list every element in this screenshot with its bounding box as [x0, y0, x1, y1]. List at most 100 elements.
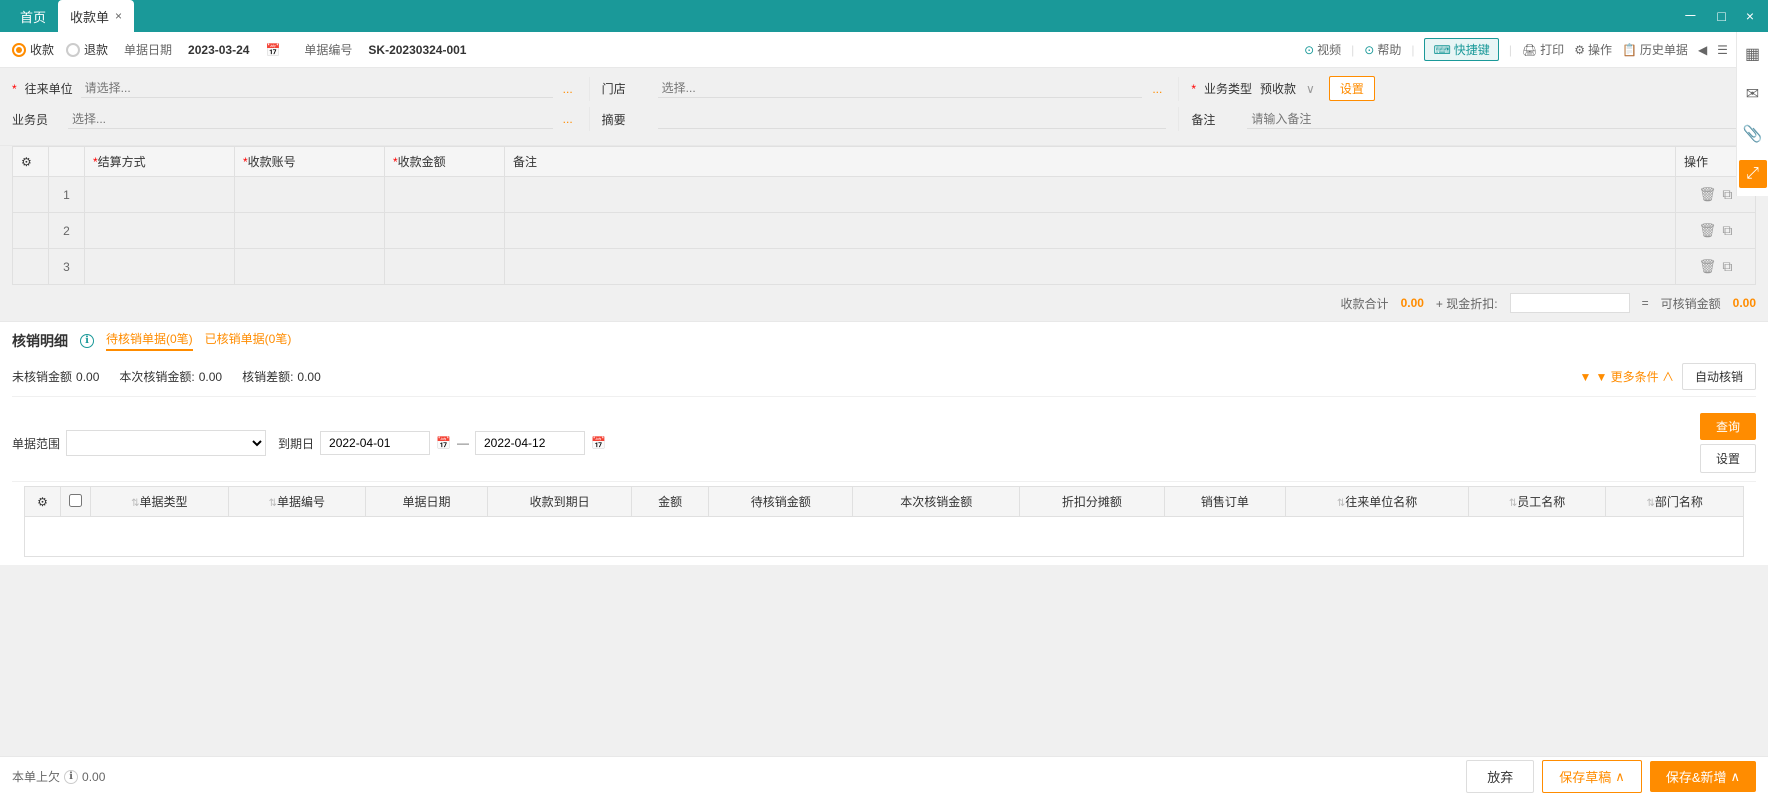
row3-delete-icon[interactable]: 🗑: [1699, 258, 1717, 275]
tab-receipt-close[interactable]: ×: [115, 9, 122, 23]
date-to-input[interactable]: [475, 431, 585, 455]
sidebar-mail-icon[interactable]: ✉: [1739, 80, 1767, 108]
row1-remark[interactable]: [505, 177, 1676, 213]
select-all-checkbox[interactable]: [69, 494, 82, 507]
date-from-calendar-icon[interactable]: 📅: [436, 436, 451, 450]
row1-settlement[interactable]: [85, 177, 235, 213]
date-from-input[interactable]: [320, 431, 430, 455]
bottom-table-header: ⚙ ⇅单据类型 ⇅单据编号 单据日期 收款到期日 金额 待核销金额 本次核销金额…: [25, 487, 1744, 517]
row1-copy-icon[interactable]: ⧉: [1722, 186, 1732, 203]
radio-tuikuan[interactable]: 退款: [66, 41, 108, 58]
row1-delete-icon[interactable]: 🗑: [1699, 186, 1717, 203]
radio-shoukuan[interactable]: 收款: [12, 41, 54, 58]
diff-value: 0.00: [297, 370, 320, 384]
save-new-arrow: ∧: [1730, 769, 1740, 785]
bth-amount: 金额: [632, 487, 709, 517]
set-button[interactable]: 设置: [1700, 444, 1756, 473]
summary-input[interactable]: [658, 110, 1167, 129]
auto-verify-button[interactable]: 自动核销: [1682, 363, 1756, 390]
th-settings[interactable]: ⚙: [13, 147, 49, 177]
staff-input[interactable]: [68, 110, 553, 129]
discount-input[interactable]: [1510, 293, 1630, 313]
verify-header: 核销明细 ℹ 待核销单据(0笔) 已核销单据(0笔): [12, 330, 1756, 351]
bth-settings[interactable]: ⚙: [25, 487, 61, 517]
sidebar-expand-icon[interactable]: ⤢: [1739, 160, 1767, 188]
history-action[interactable]: 📋 历史单据: [1622, 41, 1688, 58]
footer-label: 本单上欠: [12, 768, 60, 785]
operation-action[interactable]: ⚙ 操作: [1574, 41, 1612, 58]
window-controls: － □ ×: [1677, 6, 1760, 26]
verify-stats: 未核销金额 0.00 本次核销金额: 0.00 核销差额: 0.00 ▼ ▼ 更…: [12, 357, 1756, 397]
tab-home-label: 首页: [20, 7, 46, 26]
row1-amount[interactable]: [385, 177, 505, 213]
counterparty-more[interactable]: ...: [559, 82, 577, 96]
row2-account[interactable]: [235, 213, 385, 249]
footer-info-icon[interactable]: ℹ: [64, 770, 78, 784]
business-type-arrow[interactable]: ∨: [1306, 82, 1315, 96]
sidebar-table-icon[interactable]: ▦: [1739, 40, 1767, 68]
tab-bar: 首页 收款单 × － □ ×: [0, 0, 1768, 32]
row3-remark[interactable]: [505, 249, 1676, 285]
sort-icon[interactable]: ⇅: [1337, 498, 1345, 509]
bottom-table-container: ⚙ ⇅单据类型 ⇅单据编号 单据日期 收款到期日 金额 待核销金额 本次核销金额…: [12, 486, 1756, 557]
more-filter-button[interactable]: ▼ ▼ 更多条件 ∧: [1580, 368, 1674, 385]
verify-title: 核销明细: [12, 331, 68, 351]
video-action[interactable]: ⊙ 视频: [1304, 41, 1341, 58]
maximize-button[interactable]: □: [1711, 8, 1731, 24]
row2-remark[interactable]: [505, 213, 1676, 249]
th-remark: 备注: [505, 147, 1676, 177]
row2-delete-icon[interactable]: 🗑: [1699, 222, 1717, 239]
staff-more[interactable]: ...: [559, 112, 577, 126]
sort-icon[interactable]: ⇅: [269, 498, 277, 509]
row2-settlement[interactable]: [85, 213, 235, 249]
save-draft-button[interactable]: 保存草稿 ∧: [1542, 760, 1642, 793]
date-to-calendar-icon[interactable]: 📅: [591, 436, 606, 450]
row1-account[interactable]: [235, 177, 385, 213]
sort-icon[interactable]: ⇅: [1646, 498, 1654, 509]
prev-icon[interactable]: ◀: [1698, 43, 1707, 57]
verify-tab-pending[interactable]: 待核销单据(0笔): [106, 330, 193, 351]
help-action[interactable]: ⊙ 帮助: [1364, 41, 1401, 58]
store-label: 门店: [602, 80, 652, 97]
counterparty-input[interactable]: [81, 79, 553, 98]
row3-amount[interactable]: [385, 249, 505, 285]
print-icon: 🖨: [1522, 43, 1537, 57]
sidebar-clip-icon[interactable]: 📎: [1739, 120, 1767, 148]
row2-amount[interactable]: [385, 213, 505, 249]
keyboard-icon: ⌨: [1433, 43, 1450, 57]
row3-copy-icon[interactable]: ⧉: [1722, 258, 1732, 275]
tab-receipt[interactable]: 收款单 ×: [58, 0, 134, 32]
store-more[interactable]: ...: [1148, 82, 1166, 96]
right-sidebar: ▦ ✉ 📎 ⤢: [1736, 32, 1768, 196]
query-button[interactable]: 查询: [1700, 413, 1756, 440]
save-new-button[interactable]: 保存&新增 ∧: [1650, 761, 1756, 792]
abandon-button[interactable]: 放弃: [1466, 760, 1534, 793]
summary-field: 摘要: [602, 110, 1167, 129]
counterparty-required: *: [12, 82, 17, 96]
row2-copy-icon[interactable]: ⧉: [1722, 222, 1732, 239]
row3-num: 3: [49, 249, 85, 285]
bth-checkbox[interactable]: [61, 487, 91, 517]
row3-account[interactable]: [235, 249, 385, 285]
row3-settlement[interactable]: [85, 249, 235, 285]
verify-info-icon[interactable]: ℹ: [80, 334, 94, 348]
remark-input[interactable]: [1247, 110, 1756, 129]
remark-field: 备注: [1191, 110, 1756, 129]
filter-label: ▼ 更多条件 ∧: [1595, 368, 1674, 385]
shortcut-action[interactable]: ⌨ 快捷键: [1424, 38, 1498, 61]
tab-home[interactable]: 首页: [8, 0, 58, 32]
verify-tab-done[interactable]: 已核销单据(0笔): [205, 330, 292, 351]
range-select[interactable]: [66, 430, 266, 456]
th-account: *收款账号: [235, 147, 385, 177]
date-icon[interactable]: 📅: [265, 43, 280, 57]
store-input[interactable]: [658, 79, 1143, 98]
settings-button[interactable]: 设置: [1329, 76, 1375, 101]
bth-pending: 待核销金额: [709, 487, 853, 517]
layout-list-icon[interactable]: ☰: [1717, 43, 1728, 57]
history-icon: 📋: [1622, 43, 1637, 57]
close-button[interactable]: ×: [1740, 8, 1760, 24]
date-range-separator: —: [457, 436, 469, 450]
current-verify-label: 本次核销金额:: [119, 368, 194, 385]
minimize-button[interactable]: －: [1677, 6, 1703, 26]
print-action[interactable]: 🖨 打印: [1522, 41, 1564, 58]
